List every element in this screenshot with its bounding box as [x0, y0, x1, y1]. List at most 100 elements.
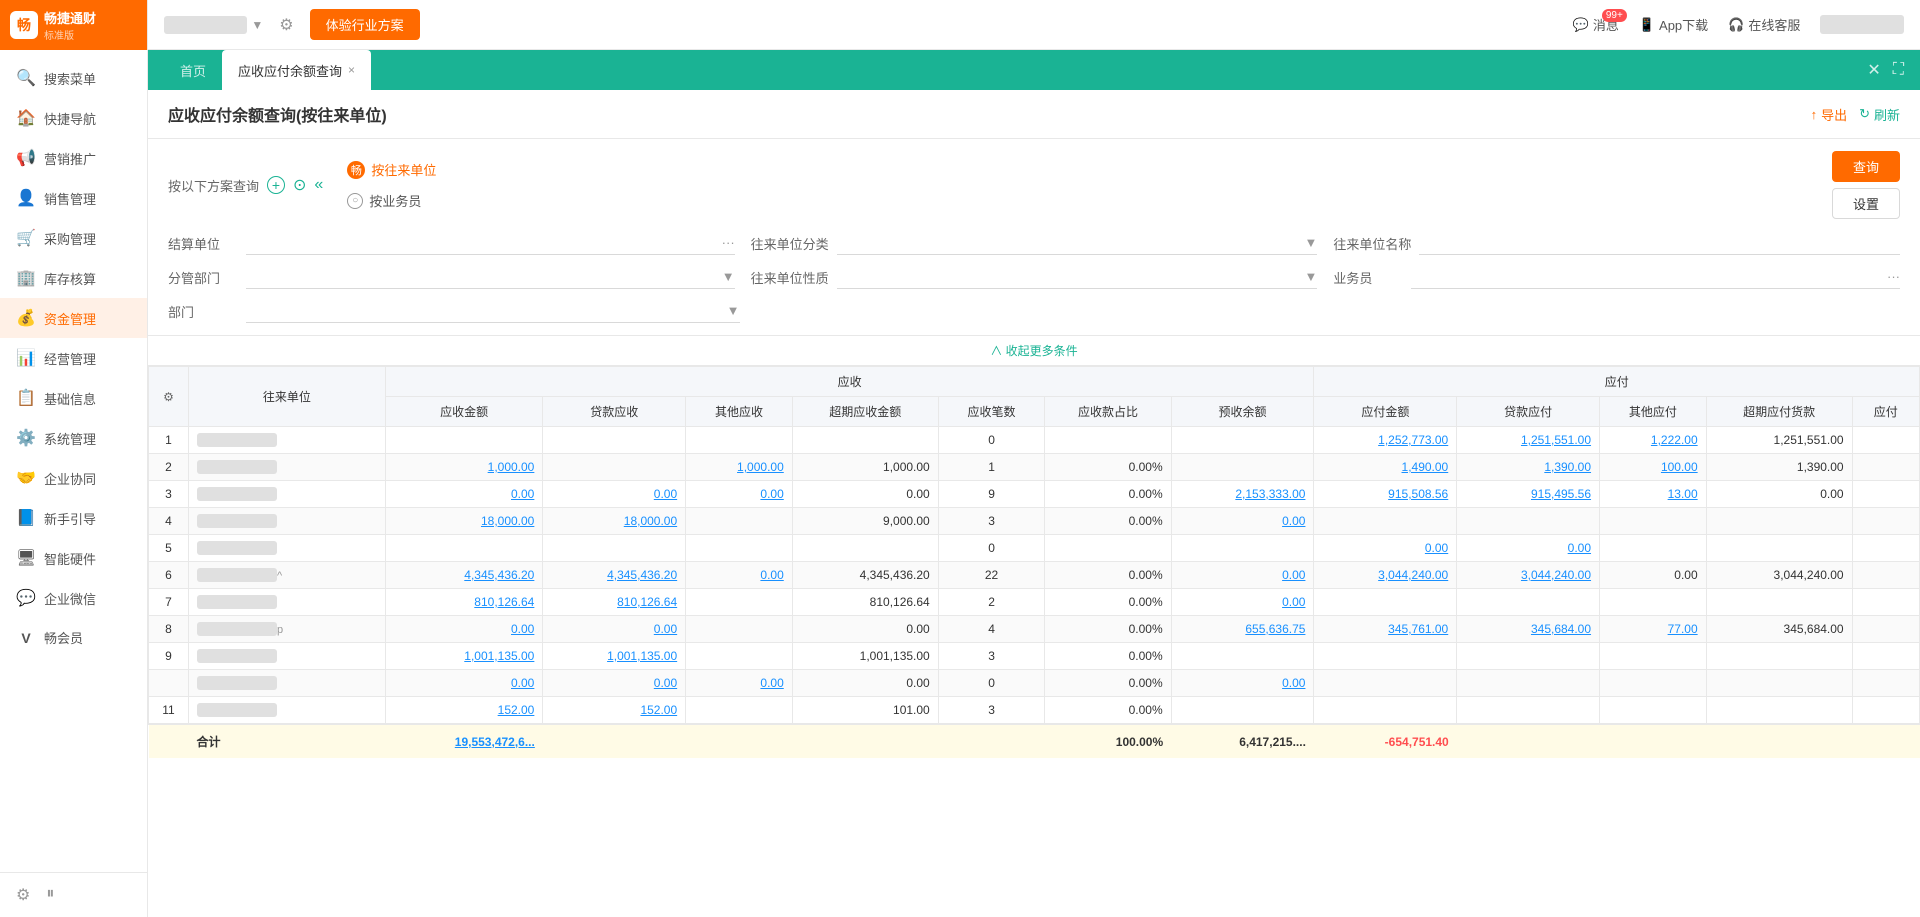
td-r7[interactable]: 655,636.75 [1171, 616, 1314, 643]
th-receivable-amount: 应收金额 [385, 397, 543, 427]
view-by-salesperson[interactable]: ○ 按业务员 [339, 187, 444, 214]
sidebar-item-vip[interactable]: V 畅会员 [0, 618, 147, 657]
td-r1[interactable]: 18,000.00 [385, 508, 543, 535]
service-btn[interactable]: 🎧 在线客服 [1728, 15, 1800, 34]
sidebar-settings-icon[interactable]: ⚙ [16, 885, 30, 905]
td-r1[interactable]: 1,000.00 [385, 454, 543, 481]
sidebar-item-quick-nav[interactable]: 🏠 快捷导航 [0, 98, 147, 138]
settings-button[interactable]: 设置 [1832, 188, 1900, 219]
th-settings[interactable]: ⚙ [149, 367, 189, 427]
td-r7[interactable]: 0.00 [1171, 562, 1314, 589]
tab-close-btn[interactable]: × [348, 63, 355, 77]
td-r1[interactable]: 152.00 [385, 697, 543, 725]
partner-name-input[interactable] [1419, 231, 1900, 255]
filter-collapse-btn[interactable]: « [314, 176, 323, 194]
export-button[interactable]: ↑ 导出 [1811, 105, 1848, 124]
dept-manager-arrow: ▼ [722, 269, 735, 284]
td-p2[interactable]: 1,251,551.00 [1457, 427, 1600, 454]
tab-ar-ap[interactable]: 应收应付余额查询 × [222, 50, 371, 90]
td-p2[interactable]: 1,390.00 [1457, 454, 1600, 481]
filter-row-2: 分管部门 ▼ 往来单位性质 ▼ 业务员 [168, 265, 1900, 289]
filter-add-btn[interactable]: + [267, 176, 285, 194]
sidebar-item-basic-info[interactable]: 📋 基础信息 [0, 378, 147, 418]
td-r7[interactable]: 0.00 [1171, 589, 1314, 616]
message-btn[interactable]: 💬 消息 99+ [1573, 15, 1619, 34]
query-button[interactable]: 查询 [1832, 151, 1900, 182]
sidebar-item-new-guide[interactable]: 📘 新手引导 [0, 498, 147, 538]
promo-button[interactable]: 体验行业方案 [310, 9, 420, 40]
filter-setting-btn[interactable]: ⊙ [293, 175, 306, 195]
td-r2[interactable]: 1,001,135.00 [543, 643, 686, 670]
td-r1[interactable]: 810,126.64 [385, 589, 543, 616]
sidebar-collapse-icon[interactable]: ⏸ [46, 885, 54, 905]
td-no: 6 [149, 562, 189, 589]
filter-row-1: 结算单位 ··· 往来单位分类 ▼ 往来单位名称 [168, 231, 1900, 255]
dept-manager-select[interactable]: ▼ [246, 265, 735, 289]
td-p1[interactable]: 0.00 [1314, 535, 1457, 562]
tab-bar-expand-icon[interactable]: ⛶ [1893, 61, 1904, 79]
filter-dept-manager: 分管部门 ▼ [168, 265, 735, 289]
td-r3[interactable]: 0.00 [686, 481, 793, 508]
app-download-btn[interactable]: 📱 App下载 [1639, 15, 1708, 34]
view-by-partner[interactable]: 畅 按往来单位 [339, 156, 444, 183]
sidebar-item-corp-wechat[interactable]: 💬 企业微信 [0, 578, 147, 618]
sidebar-item-sales[interactable]: 👤 销售管理 [0, 178, 147, 218]
sidebar-item-finance[interactable]: 💰 资金管理 [0, 298, 147, 338]
gear-icon[interactable]: ⚙ [279, 15, 293, 35]
td-r1[interactable]: 0.00 [385, 670, 543, 697]
table-settings-icon[interactable]: ⚙ [163, 390, 174, 404]
sidebar-item-system[interactable]: ⚙️ 系统管理 [0, 418, 147, 458]
td-r3[interactable]: 1,000.00 [686, 454, 793, 481]
tab-bar-close-icon[interactable]: ✕ [1867, 60, 1880, 80]
sidebar-item-search-menu[interactable]: 🔍 搜索菜单 [0, 58, 147, 98]
td-r7[interactable]: 0.00 [1171, 508, 1314, 535]
td-r4 [792, 427, 938, 454]
sidebar-item-marketing[interactable]: 📢 营销推广 [0, 138, 147, 178]
refresh-button[interactable]: ↻ 刷新 [1859, 105, 1900, 124]
sidebar-item-operations[interactable]: 📊 经营管理 [0, 338, 147, 378]
td-r3[interactable]: 0.00 [686, 670, 793, 697]
td-r2[interactable]: 810,126.64 [543, 589, 686, 616]
td-r1[interactable]: 4,345,436.20 [385, 562, 543, 589]
settlement-unit-input[interactable]: ··· [246, 231, 735, 255]
partner-nature-select[interactable]: ▼ [837, 265, 1318, 289]
td-r2[interactable]: 0.00 [543, 670, 686, 697]
td-p1[interactable]: 1,490.00 [1314, 454, 1457, 481]
td-p3[interactable]: 13.00 [1600, 481, 1707, 508]
td-r2[interactable]: 152.00 [543, 697, 686, 725]
filter-salesperson: 业务员 ··· [1333, 265, 1900, 289]
td-r1[interactable]: 1,001,135.00 [385, 643, 543, 670]
td-p1[interactable]: 1,252,773.00 [1314, 427, 1457, 454]
sidebar-item-purchase[interactable]: 🛒 采购管理 [0, 218, 147, 258]
collapse-bar[interactable]: ∧ 收起更多条件 [148, 336, 1920, 366]
sidebar-item-smart-hw[interactable]: 🖥 智能硬件 [0, 538, 147, 578]
td-r7[interactable]: 0.00 [1171, 670, 1314, 697]
td-p2[interactable]: 345,684.00 [1457, 616, 1600, 643]
td-p2[interactable]: 3,044,240.00 [1457, 562, 1600, 589]
td-r2[interactable]: 0.00 [543, 616, 686, 643]
table-row: 0.00 0.00 0.00 0.00 0 0.00% 0.00 [149, 670, 1920, 697]
sidebar-item-inventory[interactable]: 🏢 库存核算 [0, 258, 147, 298]
td-r7[interactable]: 2,153,333.00 [1171, 481, 1314, 508]
tab-home[interactable]: 首页 [164, 50, 222, 90]
td-p3[interactable]: 100.00 [1600, 454, 1707, 481]
td-r2[interactable]: 0.00 [543, 481, 686, 508]
td-p3[interactable]: 1,222.00 [1600, 427, 1707, 454]
td-no: 11 [149, 697, 189, 725]
sidebar-item-corp-coop[interactable]: 🤝 企业协同 [0, 458, 147, 498]
dept-select[interactable]: ▼ [246, 299, 740, 323]
td-p2[interactable]: 915,495.56 [1457, 481, 1600, 508]
td-r3[interactable]: 0.00 [686, 562, 793, 589]
td-r2[interactable]: 4,345,436.20 [543, 562, 686, 589]
td-r2[interactable]: 18,000.00 [543, 508, 686, 535]
td-p3[interactable]: 77.00 [1600, 616, 1707, 643]
td-p2[interactable]: 0.00 [1457, 535, 1600, 562]
user-info[interactable] [1820, 17, 1904, 32]
td-p1[interactable]: 3,044,240.00 [1314, 562, 1457, 589]
td-r1[interactable]: 0.00 [385, 616, 543, 643]
td-p1[interactable]: 915,508.56 [1314, 481, 1457, 508]
salesperson-input[interactable]: ··· [1411, 265, 1900, 289]
td-p1[interactable]: 345,761.00 [1314, 616, 1457, 643]
partner-category-select[interactable]: ▼ [837, 231, 1318, 255]
td-r1[interactable]: 0.00 [385, 481, 543, 508]
